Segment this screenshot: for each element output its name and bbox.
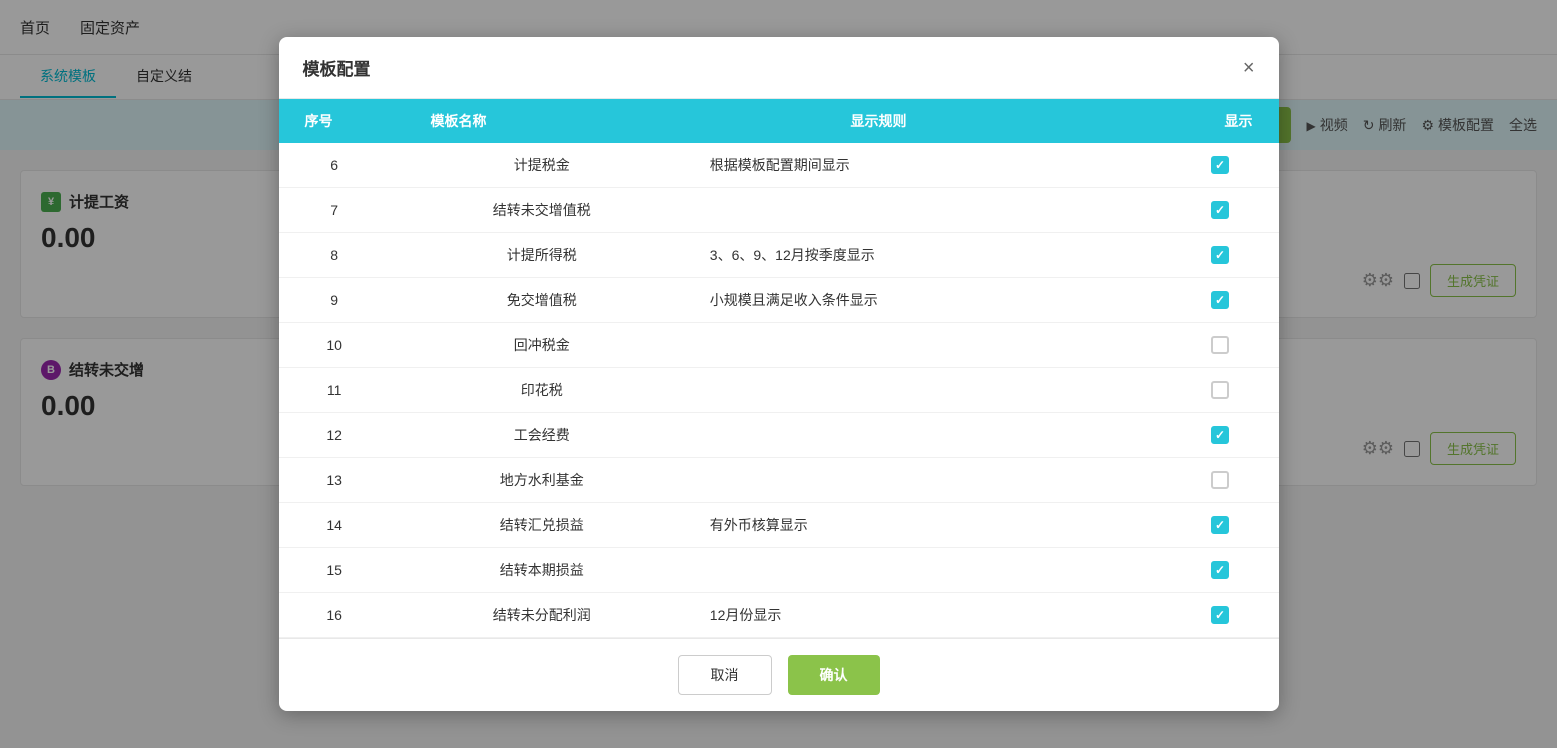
table-scroll-area[interactable]: 6计提税金根据模板配置期间显示7结转未交增值税8计提所得税3、6、9、12月按季… xyxy=(279,143,1279,638)
col-header-name: 模板名称 xyxy=(359,99,559,143)
row-rule xyxy=(694,188,1162,233)
row-name: 计提所得税 xyxy=(390,233,694,278)
table-row: 10回冲税金 xyxy=(279,323,1279,368)
row-name: 回冲税金 xyxy=(390,323,694,368)
row-rule: 根据模板配置期间显示 xyxy=(694,143,1162,188)
table-row: 11印花税 xyxy=(279,368,1279,413)
row-name: 工会经费 xyxy=(390,413,694,458)
modal-title: 模板配置 xyxy=(303,55,371,80)
row-checkbox-cell xyxy=(1162,233,1279,278)
row-rule xyxy=(694,458,1162,503)
row-checkbox[interactable] xyxy=(1211,201,1229,219)
row-id: 6 xyxy=(279,143,390,188)
row-checkbox[interactable] xyxy=(1211,516,1229,534)
row-name: 结转未分配利润 xyxy=(390,593,694,638)
row-id: 14 xyxy=(279,503,390,548)
table-row: 6计提税金根据模板配置期间显示 xyxy=(279,143,1279,188)
modal-close-button[interactable]: × xyxy=(1243,58,1255,78)
row-checkbox[interactable] xyxy=(1211,471,1229,489)
config-table-body: 6计提税金根据模板配置期间显示7结转未交增值税8计提所得税3、6、9、12月按季… xyxy=(279,143,1279,638)
table-row: 8计提所得税3、6、9、12月按季度显示 xyxy=(279,233,1279,278)
row-name: 结转未交增值税 xyxy=(390,188,694,233)
row-name: 计提税金 xyxy=(390,143,694,188)
row-checkbox[interactable] xyxy=(1211,246,1229,264)
confirm-button[interactable]: 确认 xyxy=(788,655,880,695)
table-row: 14结转汇兑损益有外币核算显示 xyxy=(279,503,1279,548)
row-checkbox[interactable] xyxy=(1211,336,1229,354)
row-id: 12 xyxy=(279,413,390,458)
row-checkbox[interactable] xyxy=(1211,561,1229,579)
row-id: 10 xyxy=(279,323,390,368)
row-name: 结转本期损益 xyxy=(390,548,694,593)
row-checkbox-cell xyxy=(1162,503,1279,548)
row-rule xyxy=(694,368,1162,413)
row-checkbox[interactable] xyxy=(1211,606,1229,624)
row-rule: 3、6、9、12月按季度显示 xyxy=(694,233,1162,278)
row-name: 免交增值税 xyxy=(390,278,694,323)
config-table: 序号 模板名称 显示规则 显示 xyxy=(279,99,1279,143)
cancel-button[interactable]: 取消 xyxy=(678,655,772,695)
row-name: 结转汇兑损益 xyxy=(390,503,694,548)
row-rule xyxy=(694,413,1162,458)
table-row: 9免交增值税小规模且满足收入条件显示 xyxy=(279,278,1279,323)
row-checkbox-cell xyxy=(1162,548,1279,593)
row-id: 8 xyxy=(279,233,390,278)
row-id: 11 xyxy=(279,368,390,413)
table-row: 7结转未交增值税 xyxy=(279,188,1279,233)
table-row: 12工会经费 xyxy=(279,413,1279,458)
row-checkbox[interactable] xyxy=(1211,426,1229,444)
row-id: 13 xyxy=(279,458,390,503)
row-name: 地方水利基金 xyxy=(390,458,694,503)
row-rule: 有外币核算显示 xyxy=(694,503,1162,548)
row-checkbox-cell xyxy=(1162,278,1279,323)
row-rule xyxy=(694,548,1162,593)
row-id: 9 xyxy=(279,278,390,323)
row-rule xyxy=(694,323,1162,368)
row-id: 16 xyxy=(279,593,390,638)
row-checkbox-cell xyxy=(1162,368,1279,413)
modal-body: 序号 模板名称 显示规则 显示 6计提税金根据模板配置期间显示7结转未交增值税8… xyxy=(279,99,1279,638)
row-id: 7 xyxy=(279,188,390,233)
table-row: 13地方水利基金 xyxy=(279,458,1279,503)
modal-template-config: 模板配置 × 序号 模板名称 显示规则 显示 6计提税金根据模板配置期间显示7结… xyxy=(279,37,1279,711)
row-checkbox[interactable] xyxy=(1211,381,1229,399)
row-id: 15 xyxy=(279,548,390,593)
table-row: 15结转本期损益 xyxy=(279,548,1279,593)
row-checkbox[interactable] xyxy=(1211,291,1229,309)
row-checkbox-cell xyxy=(1162,143,1279,188)
row-checkbox-cell xyxy=(1162,458,1279,503)
table-row: 16结转未分配利润12月份显示 xyxy=(279,593,1279,638)
row-checkbox-cell xyxy=(1162,413,1279,458)
row-checkbox-cell xyxy=(1162,323,1279,368)
col-header-id: 序号 xyxy=(279,99,359,143)
row-checkbox-cell xyxy=(1162,188,1279,233)
row-rule: 12月份显示 xyxy=(694,593,1162,638)
row-checkbox-cell xyxy=(1162,593,1279,638)
col-header-rule: 显示规则 xyxy=(559,99,1199,143)
modal-header: 模板配置 × xyxy=(279,37,1279,99)
col-header-show: 显示 xyxy=(1199,99,1279,143)
row-rule: 小规模且满足收入条件显示 xyxy=(694,278,1162,323)
row-name: 印花税 xyxy=(390,368,694,413)
row-checkbox[interactable] xyxy=(1211,156,1229,174)
modal-footer: 取消 确认 xyxy=(279,638,1279,711)
